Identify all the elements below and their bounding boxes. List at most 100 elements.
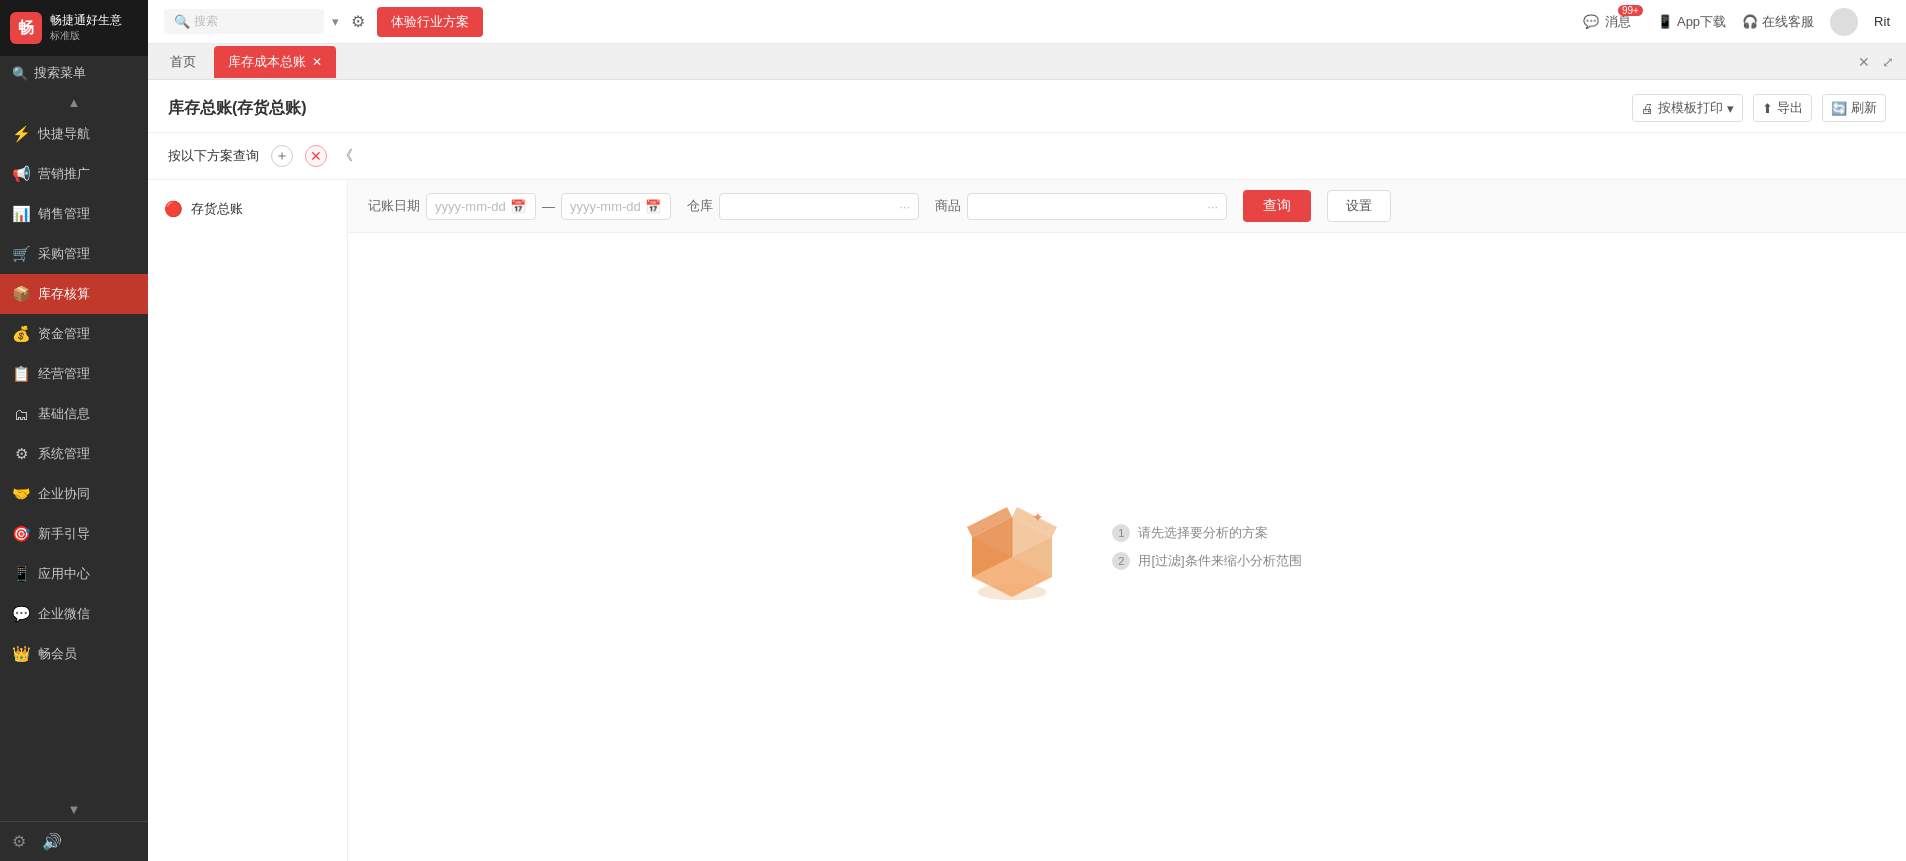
sidebar-item-label: 库存核算 <box>38 285 90 303</box>
goods-select[interactable]: ··· <box>967 193 1227 220</box>
top-header: 🔍 搜索 ▾ ⚙ 体验行业方案 💬 消息 99+ 📱 App下载 🎧 在线客服 … <box>148 0 1906 44</box>
header-search-box[interactable]: 🔍 搜索 <box>164 9 324 34</box>
sales-icon: 📊 <box>12 205 30 223</box>
filter-side-panel: 🔴 存货总账 <box>148 180 348 861</box>
sidebar-item-finance[interactable]: 💰 资金管理 <box>0 314 148 354</box>
settings-icon[interactable]: ⚙ <box>12 832 26 851</box>
member-icon: 👑 <box>12 645 30 663</box>
sidebar-bottom: ⚙ 🔊 <box>0 821 148 861</box>
wechat-icon: 💬 <box>12 605 30 623</box>
page-title: 库存总账(存货总账) <box>168 98 307 119</box>
tab-close-icon[interactable]: ✕ <box>312 55 322 69</box>
app-logo: 畅 畅捷通好生意 标准版 <box>0 0 148 56</box>
header-dropdown-icon[interactable]: ▾ <box>332 14 339 29</box>
print-dropdown-icon[interactable]: ▾ <box>1727 101 1734 116</box>
sidebar-item-marketing[interactable]: 📢 营销推广 <box>0 154 148 194</box>
sidebar-item-system[interactable]: ⚙ 系统管理 <box>0 434 148 474</box>
empty-hint-2: 2 用[过滤]条件来缩小分析范围 <box>1112 552 1301 570</box>
date-start-placeholder: yyyy-mm-dd <box>435 199 506 214</box>
operation-icon: 📋 <box>12 365 30 383</box>
sidebar-item-quick-nav[interactable]: ⚡ 快捷导航 <box>0 114 148 154</box>
sound-icon[interactable]: 🔊 <box>42 832 62 851</box>
sidebar-item-basic[interactable]: 🗂 基础信息 <box>0 394 148 434</box>
filter-add-btn[interactable]: ＋ <box>271 145 293 167</box>
gear-icon[interactable]: ⚙ <box>347 8 369 35</box>
sidebar-item-label: 系统管理 <box>38 445 90 463</box>
sidebar-search-label: 搜索菜单 <box>34 64 86 82</box>
print-btn[interactable]: 🖨 按模板打印 ▾ <box>1632 94 1743 122</box>
sidebar-search[interactable]: 🔍 搜索菜单 <box>0 56 148 90</box>
search-placeholder: 搜索 <box>194 13 218 30</box>
user-avatar[interactable] <box>1830 8 1858 36</box>
filter-label: 按以下方案查询 <box>168 147 259 165</box>
date-start-input[interactable]: yyyy-mm-dd 📅 <box>426 193 536 220</box>
phone-icon: 📱 <box>1657 14 1673 29</box>
system-icon: ⚙ <box>12 445 30 463</box>
empty-state: ✦ · 1 请先选择要分析的方案 2 用[过滤]条件来缩小分析范围 <box>348 233 1906 861</box>
tab-resize-icon[interactable]: ⤢ <box>1878 50 1898 74</box>
sidebar-item-cooperation[interactable]: 🤝 企业协同 <box>0 474 148 514</box>
service-label: 在线客服 <box>1762 13 1814 31</box>
data-area: 记账日期 yyyy-mm-dd 📅 — yyyy-mm-dd 📅 仓库 <box>348 180 1906 861</box>
sidebar-item-label: 资金管理 <box>38 325 90 343</box>
sidebar-item-inventory[interactable]: 📦 库存核算 <box>0 274 148 314</box>
apps-icon: 📱 <box>12 565 30 583</box>
warehouse-filter-label: 仓库 <box>687 197 713 215</box>
export-btn[interactable]: ⬆ 导出 <box>1753 94 1812 122</box>
settings-btn[interactable]: 设置 <box>1327 190 1391 222</box>
sidebar-item-sales[interactable]: 📊 销售管理 <box>0 194 148 234</box>
filter-scheme-item[interactable]: 🔴 存货总账 <box>148 190 347 228</box>
warehouse-more-icon[interactable]: ··· <box>899 199 910 214</box>
sidebar-item-purchase[interactable]: 🛒 采购管理 <box>0 234 148 274</box>
date-end-input[interactable]: yyyy-mm-dd 📅 <box>561 193 671 220</box>
page-content: 库存总账(存货总账) 🖨 按模板打印 ▾ ⬆ 导出 🔄 刷新 按以下方案查询 <box>148 80 1906 861</box>
app-download-action[interactable]: 📱 App下载 <box>1657 13 1726 31</box>
user-name: Rit <box>1874 14 1890 29</box>
message-action[interactable]: 💬 消息 99+ <box>1583 13 1631 31</box>
sidebar-item-member[interactable]: 👑 畅会员 <box>0 634 148 674</box>
tab-inventory-cost[interactable]: 库存成本总账 ✕ <box>214 46 336 78</box>
warehouse-select[interactable]: ··· <box>719 193 919 220</box>
filter-collapse-icon[interactable]: 《 <box>339 147 353 165</box>
calendar-end-icon[interactable]: 📅 <box>645 199 661 214</box>
tab-close-panel-icon[interactable]: ✕ <box>1854 50 1874 74</box>
sidebar-item-apps[interactable]: 📱 应用中心 <box>0 554 148 594</box>
filter-scheme-icon: 🔴 <box>164 200 183 218</box>
finance-icon: 💰 <box>12 325 30 343</box>
content-with-sidebar: 🔴 存货总账 记账日期 yyyy-mm-dd 📅 — <box>148 180 1906 861</box>
query-btn[interactable]: 查询 <box>1243 190 1311 222</box>
sidebar-item-operation[interactable]: 📋 经营管理 <box>0 354 148 394</box>
industry-btn[interactable]: 体验行业方案 <box>377 7 483 37</box>
sidebar-item-label: 营销推广 <box>38 165 90 183</box>
hint-num-2: 2 <box>1112 552 1130 570</box>
hint-text-1: 请先选择要分析的方案 <box>1138 524 1268 542</box>
hint-num-1: 1 <box>1112 524 1130 542</box>
refresh-btn[interactable]: 🔄 刷新 <box>1822 94 1886 122</box>
sidebar-item-label: 经营管理 <box>38 365 90 383</box>
sidebar-scroll-up[interactable]: ▲ <box>0 90 148 114</box>
print-label: 按模板打印 <box>1658 99 1723 117</box>
app-download-label: App下载 <box>1677 13 1726 31</box>
sidebar-item-label: 畅会员 <box>38 645 77 663</box>
inventory-icon: 📦 <box>12 285 30 303</box>
sidebar-item-guide[interactable]: 🎯 新手引导 <box>0 514 148 554</box>
sidebar-item-label: 应用中心 <box>38 565 90 583</box>
sidebar-scroll-down[interactable]: ▼ <box>0 797 148 821</box>
online-service-action[interactable]: 🎧 在线客服 <box>1742 13 1814 31</box>
search-icon: 🔍 <box>174 14 190 29</box>
goods-more-icon[interactable]: ··· <box>1207 199 1218 214</box>
calendar-start-icon[interactable]: 📅 <box>510 199 526 214</box>
cooperation-icon: 🤝 <box>12 485 30 503</box>
export-icon: ⬆ <box>1762 101 1773 116</box>
page-header-actions: 🖨 按模板打印 ▾ ⬆ 导出 🔄 刷新 <box>1632 94 1886 122</box>
tab-home[interactable]: 首页 <box>156 46 210 78</box>
search-icon: 🔍 <box>12 66 28 81</box>
filter-clear-btn[interactable]: ✕ <box>305 145 327 167</box>
sidebar-item-wechat[interactable]: 💬 企业微信 <box>0 594 148 634</box>
date-filter-field: 记账日期 yyyy-mm-dd 📅 — yyyy-mm-dd 📅 <box>368 193 671 220</box>
sidebar-nav: ⚡ 快捷导航 📢 营销推广 📊 销售管理 🛒 采购管理 📦 库存核算 💰 资金管… <box>0 114 148 797</box>
message-icon: 💬 <box>1583 14 1599 29</box>
message-badge: 99+ <box>1618 5 1643 16</box>
filter-bar: 按以下方案查询 ＋ ✕ 《 <box>148 133 1906 180</box>
headset-icon: 🎧 <box>1742 14 1758 29</box>
